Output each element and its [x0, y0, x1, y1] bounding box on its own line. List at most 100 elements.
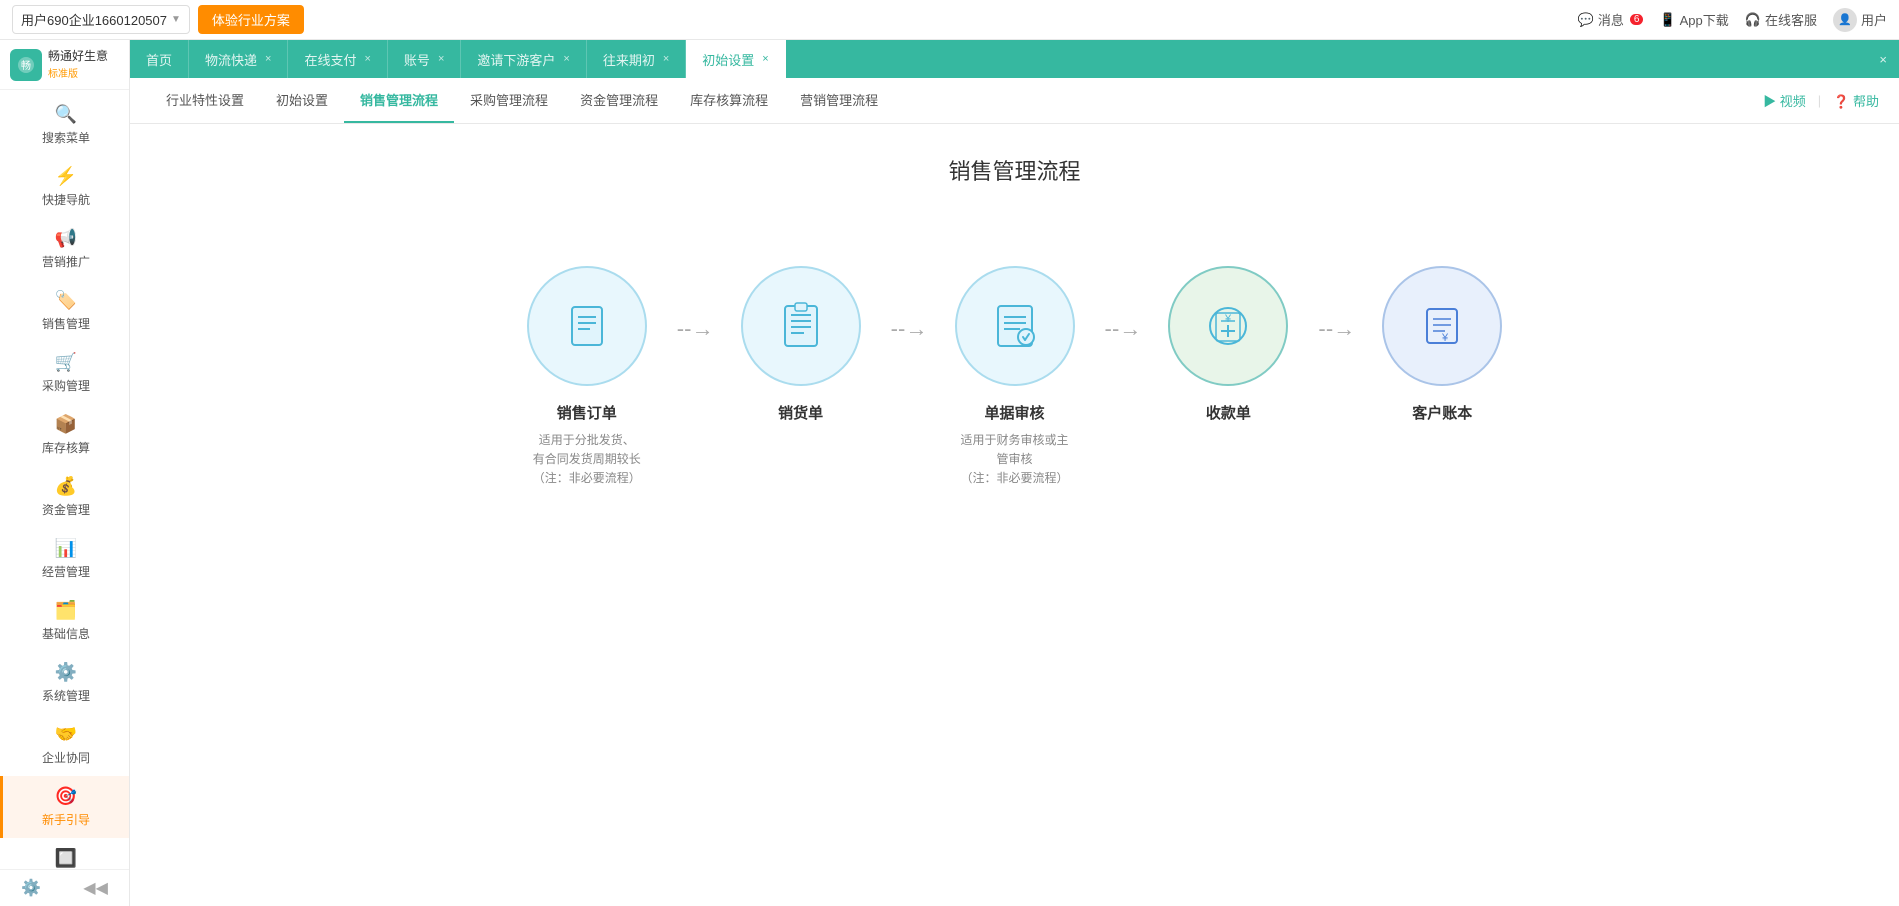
sidebar-label-search: 搜索菜单	[42, 129, 90, 146]
basic-icon: 🗂️	[55, 600, 77, 621]
tab-init-close[interactable]: ×	[762, 53, 768, 65]
sub-tab-finance-flow[interactable]: 资金管理流程	[564, 78, 674, 123]
svg-text:¥: ¥	[1224, 313, 1232, 325]
flow-item-approval: 单据审核 适用于财务审核或主管审核（注：非必要流程）	[925, 266, 1105, 489]
sales-icon: 🏷️	[55, 290, 77, 311]
divider: |	[1818, 93, 1821, 108]
messages-label: 消息	[1598, 10, 1624, 29]
help-btn[interactable]: ❓ 帮助	[1833, 91, 1879, 110]
sub-tab-inventory-calc[interactable]: 库存核算流程	[674, 78, 784, 123]
app-download-label: App下载	[1680, 10, 1729, 29]
sub-tab-industry[interactable]: 行业特性设置	[150, 78, 260, 123]
tab-payment-close[interactable]: ×	[364, 53, 370, 65]
flow-item-delivery: 销货单	[711, 266, 891, 431]
nav-tabs: 首页 物流快递 × 在线支付 × 账号 × 邀请下游客户 × 往来期初 ×	[130, 40, 1899, 78]
sidebar-item-apps[interactable]: 🔲 应用中心	[0, 838, 129, 869]
collapse-icon[interactable]: ◀◀	[83, 878, 108, 898]
tab-home[interactable]: 首页	[130, 40, 189, 78]
sidebar-logo: 畅 畅通好生意 标准版	[0, 40, 129, 90]
sub-tab-sales-flow[interactable]: 销售管理流程	[344, 78, 454, 123]
download-icon: 📱	[1659, 12, 1675, 28]
sidebar-item-purchase[interactable]: 🛒 采购管理	[0, 342, 129, 404]
help-label: 帮助	[1853, 94, 1879, 109]
close-all-btn[interactable]: ×	[1867, 40, 1899, 78]
system-icon: ⚙️	[55, 662, 77, 683]
user-label: 用户690企业1660120507	[21, 10, 167, 29]
tab-period[interactable]: 往来期初 ×	[587, 40, 686, 78]
tab-account[interactable]: 账号 ×	[388, 40, 461, 78]
sidebar-item-inventory[interactable]: 📦 库存核算	[0, 404, 129, 466]
top-bar-right: 💬 消息 6 📱 App下载 🎧 在线客服 👤 用户	[1578, 8, 1887, 32]
tab-invite-close[interactable]: ×	[563, 53, 569, 65]
tab-invite[interactable]: 邀请下游客户 ×	[461, 40, 586, 78]
tab-logistics-close[interactable]: ×	[265, 53, 271, 65]
quick-icon: ⚡	[55, 166, 77, 187]
messages-badge: 6	[1630, 14, 1644, 25]
sub-tab-marketing-flow-label: 营销管理流程	[800, 90, 878, 109]
sidebar-label-purchase: 采购管理	[42, 377, 90, 394]
sub-tab-purchase-flow[interactable]: 采购管理流程	[454, 78, 564, 123]
flow-arrow-1: - - →	[677, 266, 711, 342]
tab-account-label: 账号	[404, 50, 430, 69]
inventory-icon: 📦	[55, 414, 77, 435]
flow-label-sales-order: 销售订单	[557, 402, 617, 423]
layout: 畅 畅通好生意 标准版 🔍 搜索菜单 ⚡ 快捷导航 📢 营销推广 🏷️ 销	[0, 40, 1899, 906]
flow-label-ledger: 客户账本	[1412, 402, 1472, 423]
sub-nav-right: ▶ 视频 | ❓ 帮助	[1763, 91, 1879, 110]
sidebar-label-quick: 快捷导航	[42, 191, 90, 208]
sidebar-item-quick[interactable]: ⚡ 快捷导航	[0, 156, 129, 218]
page-content: 销售管理流程 销售订单 适用于分批发货、有合同发货周期较长（注：非必要流程）	[130, 124, 1899, 906]
sub-tab-marketing-flow[interactable]: 营销管理流程	[784, 78, 894, 123]
tab-invite-label: 邀请下游客户	[477, 50, 555, 69]
video-help-btn[interactable]: ▶ 视频	[1763, 91, 1806, 110]
sidebar-item-search[interactable]: 🔍 搜索菜单	[0, 94, 129, 156]
user-name-label: 用户	[1861, 10, 1887, 29]
settings-bottom-icon[interactable]: ⚙️	[21, 878, 41, 898]
flow-desc-approval: 适用于财务审核或主管审核（注：非必要流程）	[960, 431, 1068, 489]
tab-period-close[interactable]: ×	[663, 53, 669, 65]
app-download-btn[interactable]: 📱 App下载	[1659, 10, 1728, 29]
sidebar-item-marketing[interactable]: 📢 营销推广	[0, 218, 129, 280]
sidebar-label-marketing: 营销推广	[42, 253, 90, 270]
sub-tab-finance-flow-label: 资金管理流程	[580, 90, 658, 109]
tab-logistics[interactable]: 物流快递 ×	[189, 40, 288, 78]
tab-payment-label: 在线支付	[304, 50, 356, 69]
sub-nav-tabs: 行业特性设置 初始设置 销售管理流程 采购管理流程 资金管理流程 库存核算流程	[150, 78, 894, 123]
flow-circle-receipt[interactable]: ¥	[1168, 266, 1288, 386]
flow-arrow-3: - - →	[1105, 266, 1139, 342]
flow-arrow-2: - - →	[891, 266, 925, 342]
page-title: 销售管理流程	[170, 154, 1859, 186]
user-selector[interactable]: 用户690企业1660120507 ▼	[12, 5, 190, 34]
online-service-btn[interactable]: 🎧 在线客服	[1745, 10, 1817, 29]
tab-payment[interactable]: 在线支付 ×	[288, 40, 387, 78]
sidebar-label-guide: 新手引导	[42, 811, 90, 828]
tab-home-label: 首页	[146, 50, 172, 69]
tab-init[interactable]: 初始设置 ×	[686, 40, 785, 78]
sidebar-item-finance[interactable]: 💰 资金管理	[0, 466, 129, 528]
tab-account-close[interactable]: ×	[438, 53, 444, 65]
sidebar-bottom: ⚙️ ◀◀	[0, 869, 129, 906]
tab-period-label: 往来期初	[603, 50, 655, 69]
sidebar-item-system[interactable]: ⚙️ 系统管理	[0, 652, 129, 714]
user-profile-btn[interactable]: 👤 用户	[1833, 8, 1887, 32]
tab-init-label: 初始设置	[702, 50, 754, 69]
flow-circle-ledger[interactable]: ¥	[1382, 266, 1502, 386]
collab-icon: 🤝	[55, 724, 77, 745]
sidebar-item-collab[interactable]: 🤝 企业协同	[0, 714, 129, 776]
flow-label-delivery: 销货单	[778, 402, 823, 423]
flow-circle-sales-order[interactable]	[527, 266, 647, 386]
sidebar: 畅 畅通好生意 标准版 🔍 搜索菜单 ⚡ 快捷导航 📢 营销推广 🏷️ 销	[0, 40, 130, 906]
sidebar-label-operations: 经营管理	[42, 563, 90, 580]
flow-circle-delivery[interactable]	[741, 266, 861, 386]
flow-item-sales-order: 销售订单 适用于分批发货、有合同发货周期较长（注：非必要流程）	[497, 266, 677, 489]
sidebar-item-sales[interactable]: 🏷️ 销售管理	[0, 280, 129, 342]
sidebar-item-basic[interactable]: 🗂️ 基础信息	[0, 590, 129, 652]
guide-icon: 🎯	[55, 786, 77, 807]
flow-circle-approval[interactable]	[955, 266, 1075, 386]
sub-tab-initial[interactable]: 初始设置	[260, 78, 344, 123]
sidebar-item-guide[interactable]: 🎯 新手引导	[0, 776, 129, 838]
trial-btn[interactable]: 体验行业方案	[198, 5, 304, 34]
sub-tab-inventory-calc-label: 库存核算流程	[690, 90, 768, 109]
sidebar-item-operations[interactable]: 📊 经营管理	[0, 528, 129, 590]
messages-btn[interactable]: 💬 消息 6	[1578, 10, 1644, 29]
